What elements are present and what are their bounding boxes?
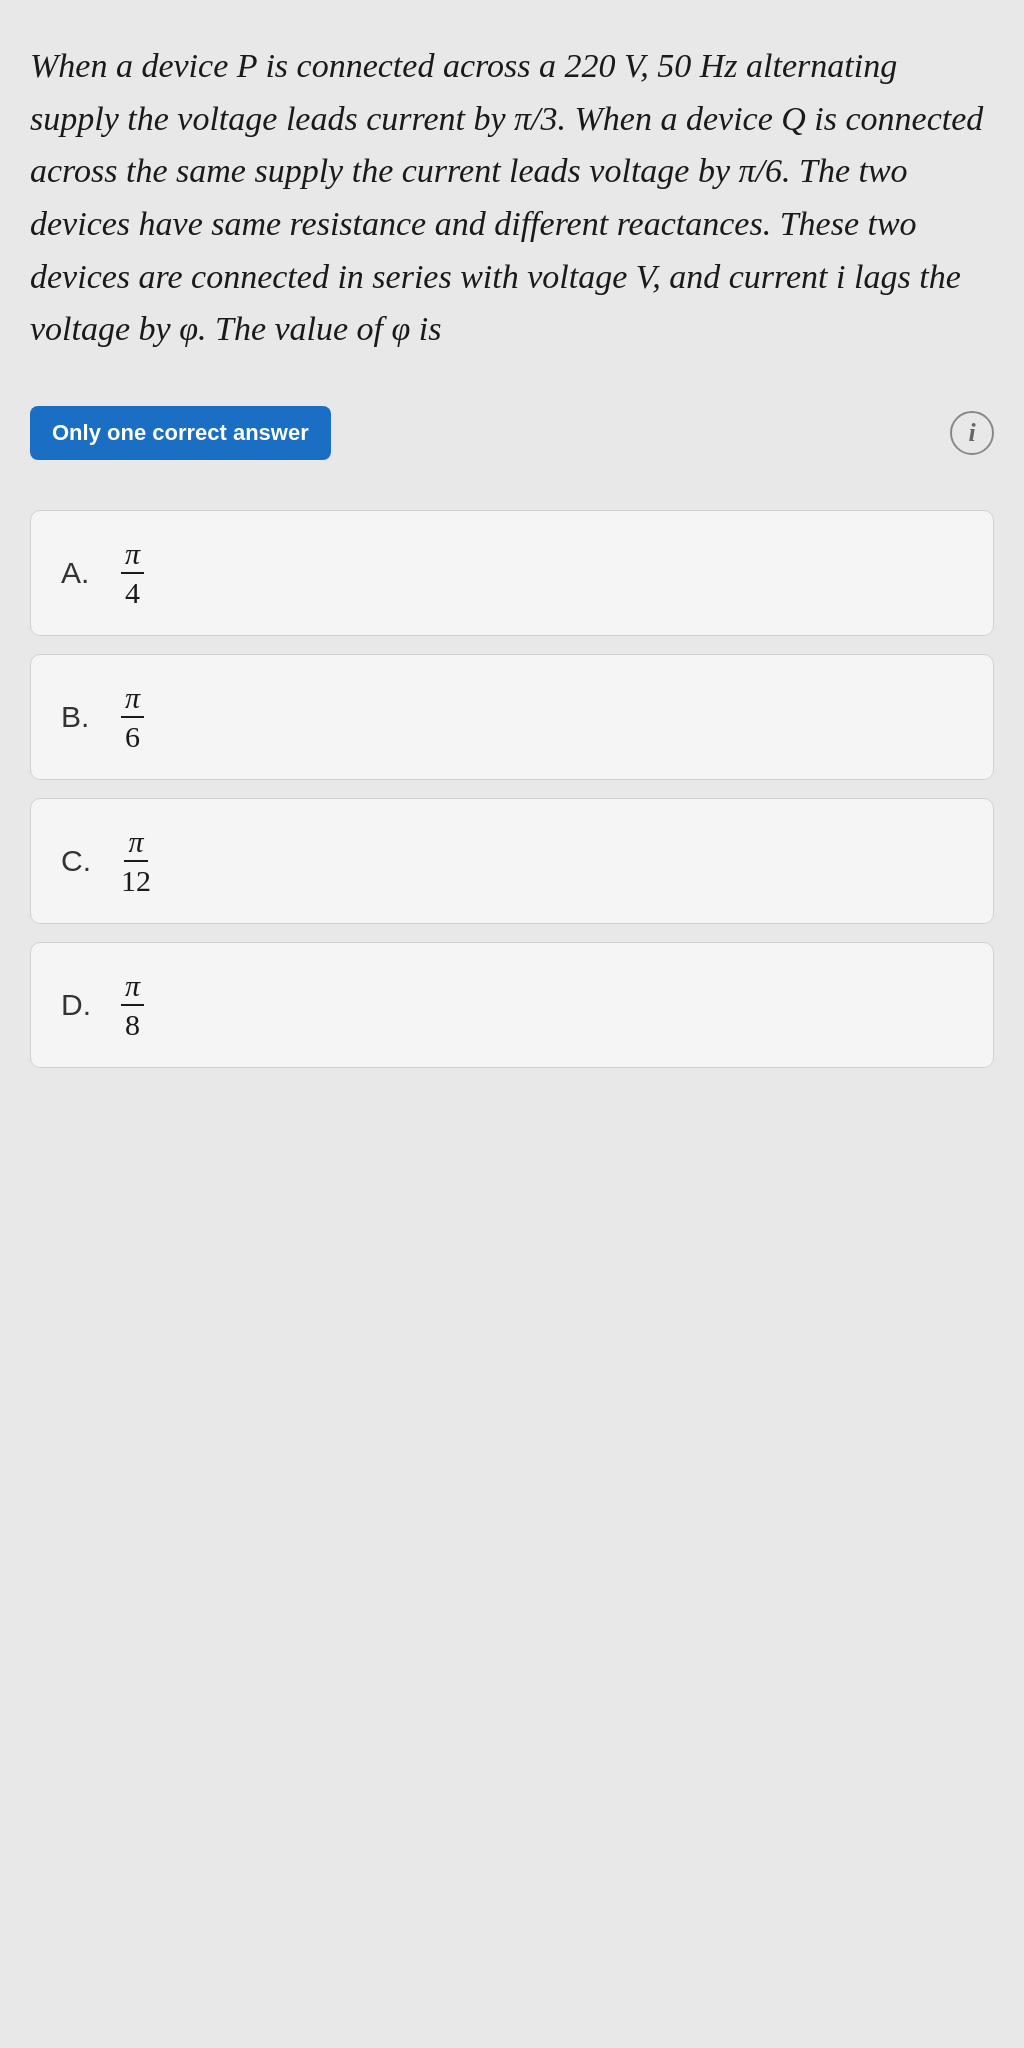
option-a-fraction: π 4 (121, 537, 144, 609)
option-c-fraction: π 12 (121, 825, 151, 897)
option-b-fraction: π 6 (121, 681, 144, 753)
option-d[interactable]: D. π 8 (30, 942, 994, 1068)
option-c-denominator: 12 (121, 862, 151, 897)
options-container: A. π 4 B. π 6 C. π 12 (30, 510, 994, 1068)
option-a[interactable]: A. π 4 (30, 510, 994, 636)
option-a-value: π 4 (121, 537, 144, 609)
option-b-value: π 6 (121, 681, 144, 753)
option-b[interactable]: B. π 6 (30, 654, 994, 780)
option-a-numerator: π (121, 537, 144, 574)
option-d-numerator: π (121, 969, 144, 1006)
option-a-letter: A. (61, 556, 91, 590)
option-c-value: π 12 (121, 825, 151, 897)
option-b-denominator: 6 (125, 718, 140, 753)
option-d-fraction: π 8 (121, 969, 144, 1041)
option-b-numerator: π (121, 681, 144, 718)
badge-row: Only one correct answer i (30, 406, 994, 460)
answer-type-badge: Only one correct answer (30, 406, 331, 460)
option-b-letter: B. (61, 700, 91, 734)
page-container: When a device P is connected across a 22… (0, 0, 1024, 2048)
option-a-denominator: 4 (125, 574, 140, 609)
option-d-value: π 8 (121, 969, 144, 1041)
option-c-numerator: π (124, 825, 147, 862)
info-icon[interactable]: i (950, 411, 994, 455)
option-c[interactable]: C. π 12 (30, 798, 994, 924)
option-d-letter: D. (61, 988, 91, 1022)
question-text: When a device P is connected across a 22… (30, 40, 994, 356)
option-d-denominator: 8 (125, 1006, 140, 1041)
option-c-letter: C. (61, 844, 91, 878)
